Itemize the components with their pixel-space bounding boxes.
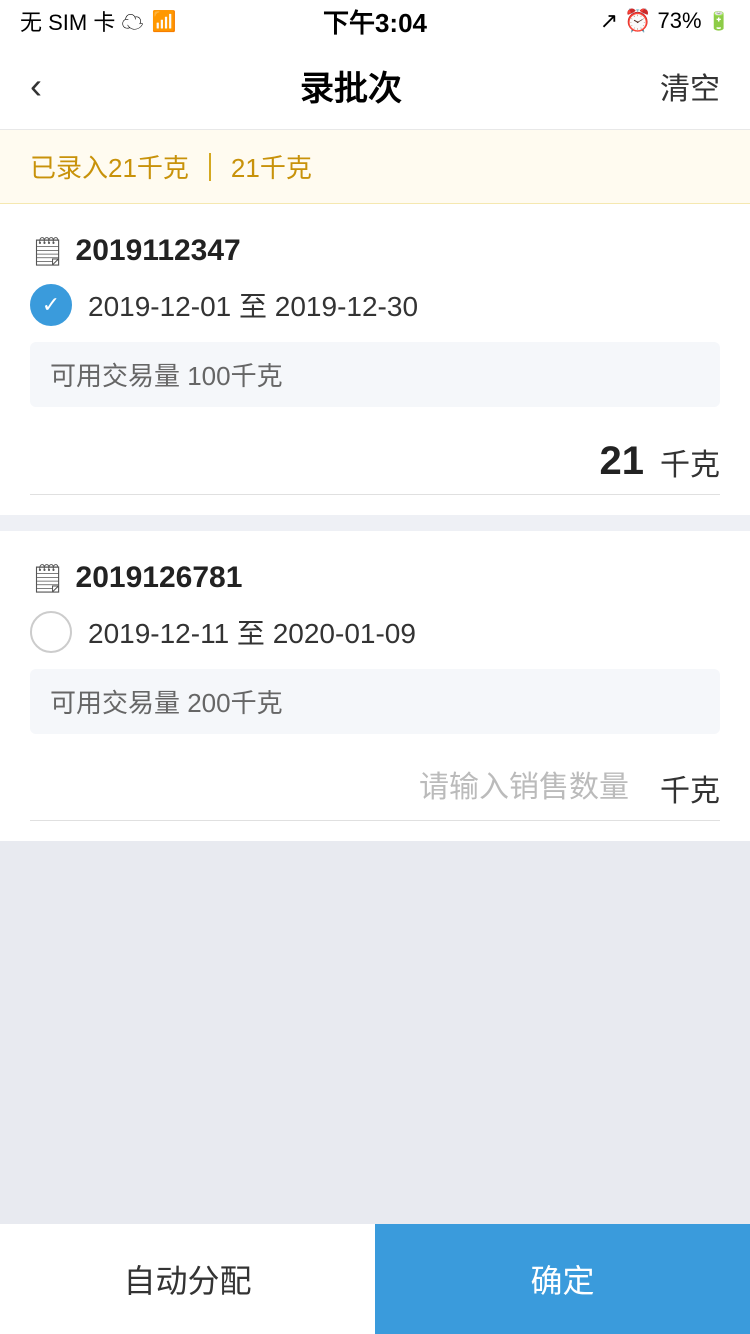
page-content: 🗒 2019112347 ✓ 2019-12-01 至 2019-12-30 可… — [0, 204, 750, 1321]
batch-2-icon: 🗒 — [30, 562, 66, 595]
nav-bar: ‹ 录批次 清空 — [0, 42, 750, 130]
batch-1-date: 2019-12-01 至 2019-12-30 — [88, 285, 418, 325]
batch-1-id: 2019112347 — [76, 234, 241, 268]
summary-recorded: 已录入21千克 — [30, 148, 189, 185]
batch-2-input-row: 千克 — [30, 750, 720, 821]
batch-2-unit: 千克 — [660, 766, 720, 810]
confirm-button[interactable]: 确定 — [375, 1224, 750, 1334]
batch-2-available: 可用交易量 200千克 — [30, 669, 720, 734]
batch-1-available: 可用交易量 100千克 — [30, 342, 720, 407]
status-bar: 无 SIM 卡 ☁ 📶 下午3:04 ↗ ⏰ 73% 🔋 — [0, 0, 750, 42]
back-button[interactable]: ‹ — [30, 65, 42, 107]
card-separator — [0, 515, 750, 531]
wifi-icon: 📶 — [151, 9, 176, 34]
status-time: 下午3:04 — [323, 3, 427, 40]
bottom-bar: 自动分配 确定 — [0, 1224, 750, 1334]
batch-2-date: 2019-12-11 至 2020-01-09 — [88, 612, 416, 652]
check-icon: ✓ — [42, 292, 60, 318]
batch-card-1: 🗒 2019112347 ✓ 2019-12-01 至 2019-12-30 可… — [0, 204, 750, 515]
batch-2-date-row: 2019-12-11 至 2020-01-09 — [30, 611, 720, 653]
sim-label: 无 SIM 卡 ☁ — [20, 5, 143, 37]
batch-2-quantity-input[interactable] — [30, 771, 644, 805]
location-icon: ↗ — [600, 8, 618, 34]
summary-divider — [209, 153, 211, 181]
status-right: ↗ ⏰ 73% 🔋 — [600, 8, 730, 34]
batch-2-radio[interactable] — [30, 611, 72, 653]
auto-distribute-button[interactable]: 自动分配 — [0, 1224, 375, 1334]
status-left: 无 SIM 卡 ☁ 📶 — [20, 5, 176, 37]
battery-icon: 🔋 — [708, 11, 730, 32]
batch-2-id: 2019126781 — [76, 561, 243, 595]
confirm-label: 确定 — [530, 1256, 594, 1302]
summary-banner: 已录入21千克 21千克 — [0, 130, 750, 204]
batch-1-quantity-value: 21 — [600, 439, 645, 484]
batch-1-unit: 千克 — [660, 440, 720, 484]
batch-1-header: 🗒 2019112347 — [30, 234, 720, 268]
page-title: 录批次 — [300, 61, 402, 110]
batch-2-header: 🗒 2019126781 — [30, 561, 720, 595]
batch-card-2: 🗒 2019126781 2019-12-11 至 2020-01-09 可用交… — [0, 531, 750, 841]
batch-1-radio[interactable]: ✓ — [30, 284, 72, 326]
summary-amount: 21千克 — [231, 148, 312, 185]
alarm-icon: ⏰ — [624, 8, 651, 34]
batch-1-quantity-row: 21 千克 — [30, 423, 720, 495]
batch-1-date-row: ✓ 2019-12-01 至 2019-12-30 — [30, 284, 720, 326]
auto-distribute-label: 自动分配 — [123, 1256, 251, 1302]
battery-label: 73% — [658, 8, 702, 34]
batch-1-icon: 🗒 — [30, 235, 66, 268]
clear-button[interactable]: 清空 — [660, 64, 720, 108]
